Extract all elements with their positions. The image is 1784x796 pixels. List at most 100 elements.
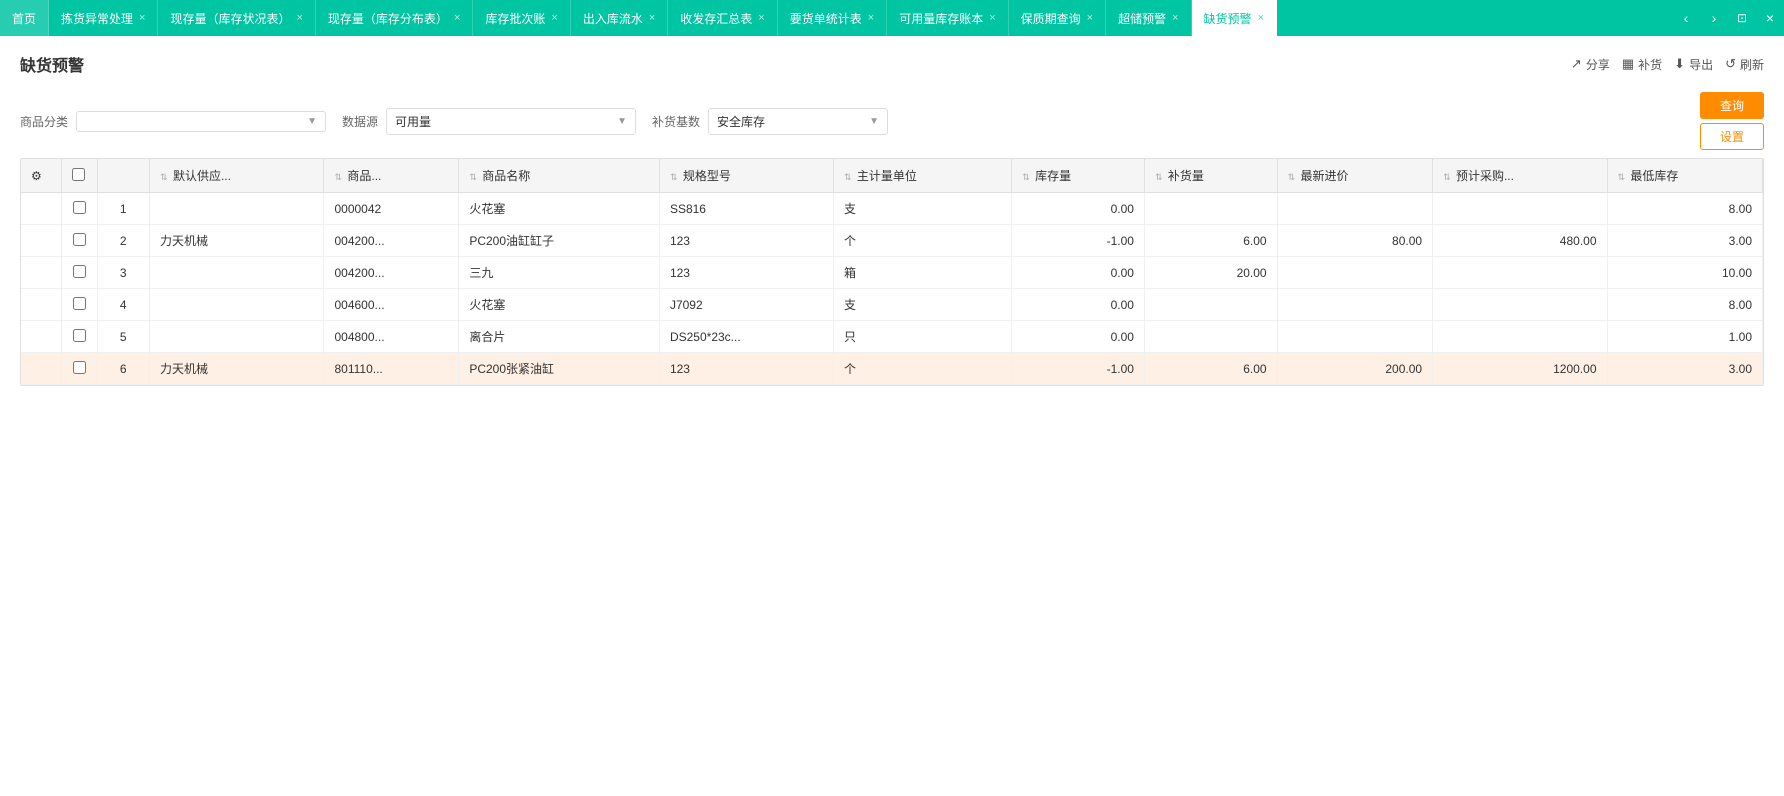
tab-close-expiry-query[interactable]: × bbox=[1087, 12, 1093, 24]
table-row: 6 力天机械 801110... PC200张紧油缸 123 个 -1.00 6… bbox=[21, 353, 1763, 385]
cell-supplier-2 bbox=[150, 257, 324, 289]
col-restock-qty[interactable]: ⇅ 补货量 bbox=[1144, 159, 1277, 193]
row-checkbox-0[interactable] bbox=[73, 201, 86, 214]
refresh-button[interactable]: ↺ 刷新 bbox=[1725, 56, 1764, 73]
cell-gear-2 bbox=[21, 257, 61, 289]
cell-price-0 bbox=[1277, 193, 1432, 225]
tab-inventory-dist[interactable]: 现存量（库存分布表） × bbox=[316, 0, 473, 36]
tab-inout-flow[interactable]: 出入库流水 × bbox=[571, 0, 668, 36]
col-stock-qty[interactable]: ⇅ 库存量 bbox=[1012, 159, 1145, 193]
table-row: 3 004200... 三九 123 箱 0.00 20.00 10.00 bbox=[21, 257, 1763, 289]
tab-abnormal[interactable]: 拣货异常处理 × bbox=[49, 0, 158, 36]
tab-close-abnormal[interactable]: × bbox=[139, 12, 145, 24]
tab-close-inout-flow[interactable]: × bbox=[649, 12, 655, 24]
table-row: 1 0000042 火花塞 SS816 支 0.00 8.00 bbox=[21, 193, 1763, 225]
nav-restore-btn[interactable]: ⊡ bbox=[1728, 0, 1756, 36]
cell-stock-1: -1.00 bbox=[1012, 225, 1145, 257]
cell-min-2: 10.00 bbox=[1607, 257, 1763, 289]
restock-basis-select[interactable]: 安全库存 ▼ bbox=[708, 108, 888, 135]
cell-checkbox-3[interactable] bbox=[61, 289, 97, 321]
cell-checkbox-0[interactable] bbox=[61, 193, 97, 225]
category-select[interactable]: ▼ bbox=[76, 111, 326, 132]
cell-checkbox-5[interactable] bbox=[61, 353, 97, 385]
gear-settings-icon[interactable]: ⚙ bbox=[31, 169, 42, 183]
tab-close-shortage-warn[interactable]: × bbox=[1258, 12, 1264, 24]
query-button[interactable]: 查询 bbox=[1700, 92, 1764, 119]
cell-checkbox-1[interactable] bbox=[61, 225, 97, 257]
category-label: 商品分类 bbox=[20, 113, 68, 130]
cell-unit-2: 箱 bbox=[834, 257, 1012, 289]
sort-min-icon: ⇅ bbox=[1618, 172, 1626, 182]
tab-close-recv-summary[interactable]: × bbox=[758, 12, 764, 24]
cell-gear-4 bbox=[21, 321, 61, 353]
tab-order-stats[interactable]: 要货单统计表 × bbox=[778, 0, 887, 36]
datasource-select[interactable]: 可用量 ▼ bbox=[386, 108, 636, 135]
settings-button[interactable]: 设置 bbox=[1700, 123, 1764, 150]
col-spec[interactable]: ⇅ 规格型号 bbox=[659, 159, 833, 193]
cell-name-3: 火花塞 bbox=[459, 289, 660, 321]
col-gear[interactable]: ⚙ bbox=[21, 159, 61, 193]
sort-price-icon: ⇅ bbox=[1288, 172, 1296, 182]
row-checkbox-1[interactable] bbox=[73, 233, 86, 246]
filter-category: 商品分类 ▼ bbox=[20, 111, 326, 132]
cell-unit-1: 个 bbox=[834, 225, 1012, 257]
category-chevron-down-icon: ▼ bbox=[307, 116, 317, 127]
col-min-stock[interactable]: ⇅ 最低库存 bbox=[1607, 159, 1763, 193]
tab-overstock-warn[interactable]: 超储预警 × bbox=[1106, 0, 1191, 36]
tab-shortage-warn[interactable]: 缺货预警 × bbox=[1192, 0, 1277, 36]
tab-close-inventory-dist[interactable]: × bbox=[454, 12, 460, 24]
row-checkbox-2[interactable] bbox=[73, 265, 86, 278]
tab-expiry-query[interactable]: 保质期查询 × bbox=[1009, 0, 1106, 36]
restock-button[interactable]: ▦ 补货 bbox=[1622, 56, 1662, 73]
tab-close-order-stats[interactable]: × bbox=[868, 12, 874, 24]
tab-recv-summary[interactable]: 收发存汇总表 × bbox=[668, 0, 777, 36]
cell-min-1: 3.00 bbox=[1607, 225, 1763, 257]
col-checkbox[interactable] bbox=[61, 159, 97, 193]
tab-close-batch-account[interactable]: × bbox=[551, 12, 557, 24]
tab-close-available-ledger[interactable]: × bbox=[989, 12, 995, 24]
tab-home[interactable]: 首页 bbox=[0, 0, 49, 36]
table-row: 5 004800... 离合片 DS250*23c... 只 0.00 1.00 bbox=[21, 321, 1763, 353]
col-default-supplier[interactable]: ⇅ 默认供应... bbox=[150, 159, 324, 193]
col-est-purchase[interactable]: ⇅ 预计采购... bbox=[1433, 159, 1607, 193]
filter-datasource: 数据源 可用量 ▼ bbox=[342, 108, 636, 135]
sort-spec-icon: ⇅ bbox=[670, 172, 678, 182]
cell-est-2 bbox=[1433, 257, 1607, 289]
cell-est-3 bbox=[1433, 289, 1607, 321]
export-button[interactable]: ⬇ 导出 bbox=[1674, 56, 1713, 73]
col-product-name[interactable]: ⇅ 商品名称 bbox=[459, 159, 660, 193]
cell-code-5: 801110... bbox=[324, 353, 459, 385]
row-checkbox-3[interactable] bbox=[73, 297, 86, 310]
cell-checkbox-2[interactable] bbox=[61, 257, 97, 289]
select-all-checkbox[interactable] bbox=[72, 168, 85, 181]
cell-supplier-3 bbox=[150, 289, 324, 321]
cell-num-1: 2 bbox=[97, 225, 150, 257]
cell-unit-5: 个 bbox=[834, 353, 1012, 385]
row-checkbox-5[interactable] bbox=[73, 361, 86, 374]
filter-restock-basis: 补货基数 安全库存 ▼ bbox=[652, 108, 888, 135]
nav-close-btn[interactable]: × bbox=[1756, 0, 1784, 36]
page-content: 缺货预警 ↗ 分享 ▦ 补货 ⬇ 导出 ↺ 刷新 商品分类 bbox=[0, 36, 1784, 796]
datasource-value: 可用量 bbox=[395, 113, 431, 130]
col-product-code[interactable]: ⇅ 商品... bbox=[324, 159, 459, 193]
col-unit[interactable]: ⇅ 主计量单位 bbox=[834, 159, 1012, 193]
tab-close-inventory-status[interactable]: × bbox=[296, 12, 302, 24]
col-latest-price[interactable]: ⇅ 最新进价 bbox=[1277, 159, 1432, 193]
cell-gear-1 bbox=[21, 225, 61, 257]
tab-close-overstock-warn[interactable]: × bbox=[1172, 12, 1178, 24]
tab-batch-account[interactable]: 库存批次账 × bbox=[473, 0, 570, 36]
sort-est-icon: ⇅ bbox=[1443, 172, 1451, 182]
cell-restock-4 bbox=[1144, 321, 1277, 353]
row-checkbox-4[interactable] bbox=[73, 329, 86, 342]
nav-next-btn[interactable]: › bbox=[1700, 0, 1728, 36]
cell-checkbox-4[interactable] bbox=[61, 321, 97, 353]
cell-est-5: 1200.00 bbox=[1433, 353, 1607, 385]
cell-price-5: 200.00 bbox=[1277, 353, 1432, 385]
cell-est-4 bbox=[1433, 321, 1607, 353]
cell-stock-0: 0.00 bbox=[1012, 193, 1145, 225]
cell-stock-5: -1.00 bbox=[1012, 353, 1145, 385]
nav-prev-btn[interactable]: ‹ bbox=[1672, 0, 1700, 36]
tab-inventory-status[interactable]: 现存量（库存状况表） × bbox=[158, 0, 315, 36]
share-button[interactable]: ↗ 分享 bbox=[1571, 56, 1610, 73]
tab-available-ledger[interactable]: 可用量库存账本 × bbox=[887, 0, 1008, 36]
